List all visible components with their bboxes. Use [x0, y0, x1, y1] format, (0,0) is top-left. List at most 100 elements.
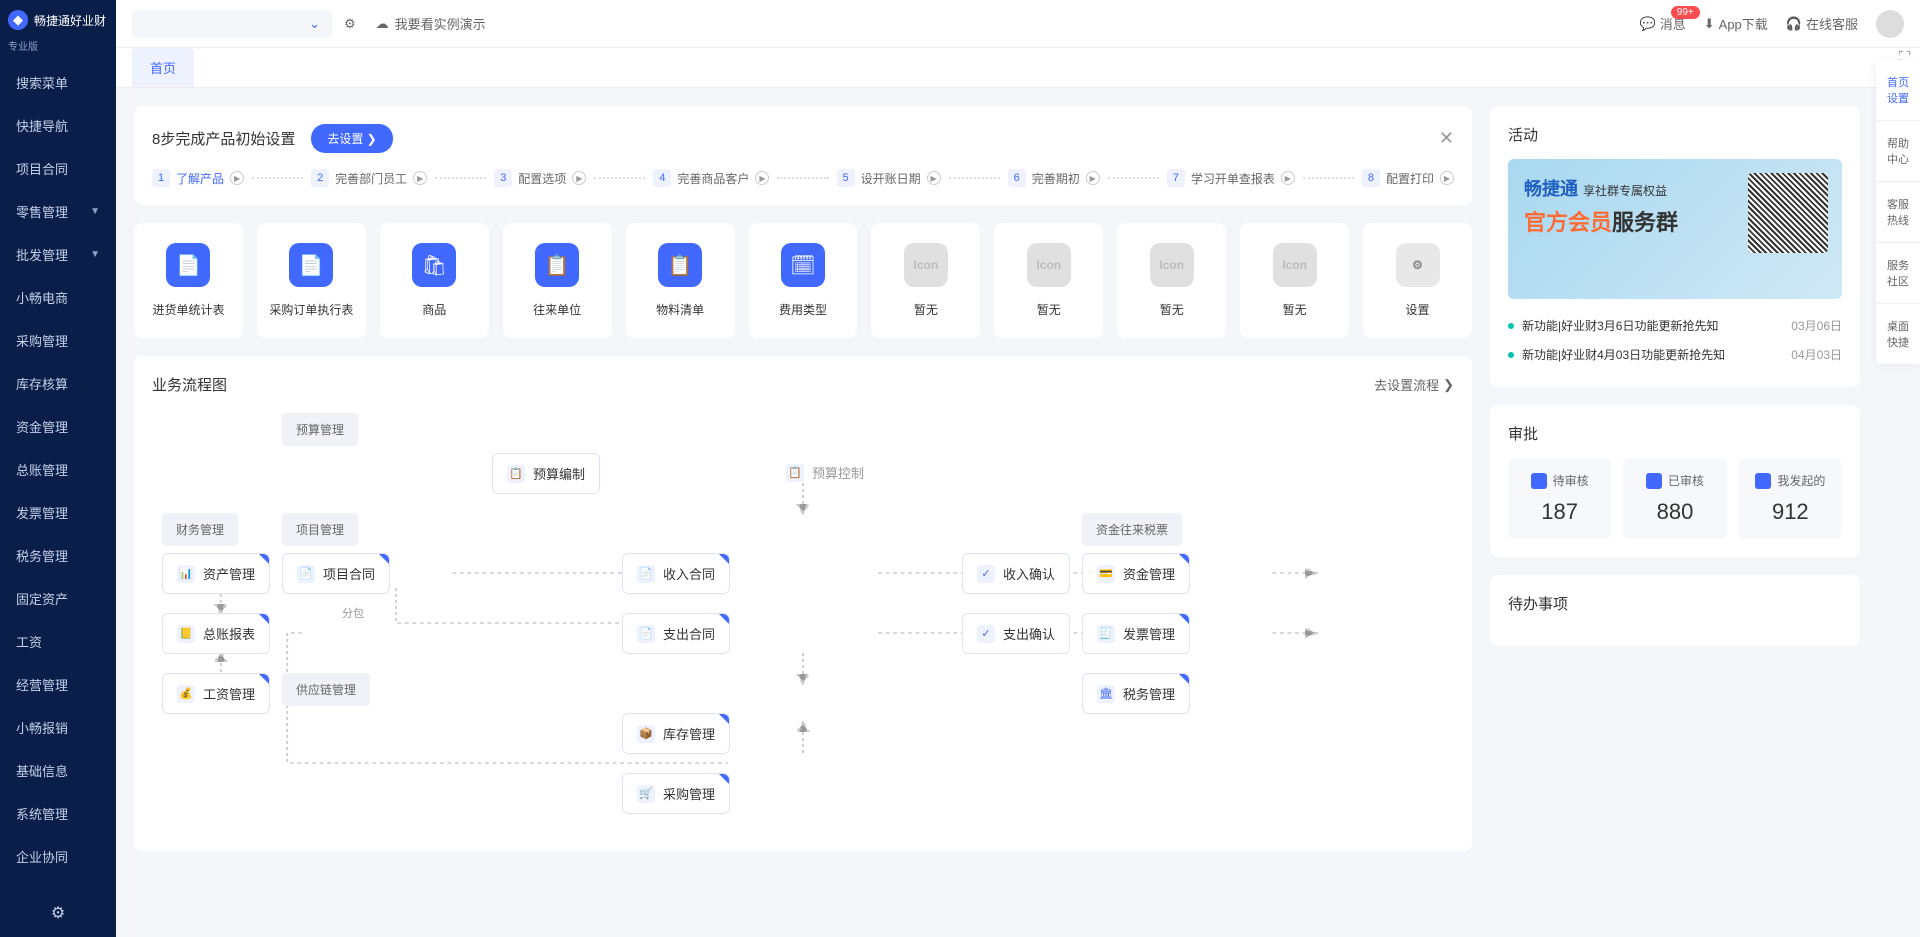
node-expense-contract[interactable]: 📄支出合同	[622, 613, 730, 654]
node-invoice-mgmt[interactable]: 🧾发票管理	[1082, 613, 1190, 654]
play-icon: ▶	[413, 171, 427, 185]
setup-step-4[interactable]: 4完善商品客户▶	[653, 169, 769, 187]
nav-item-8[interactable]: 资金管理	[0, 405, 116, 448]
clipboard-icon	[1755, 473, 1771, 489]
float-nav-2[interactable]: 客服热线	[1876, 182, 1920, 243]
node-asset-mgmt[interactable]: 📊资产管理	[162, 553, 270, 594]
setup-step-5[interactable]: 5设开账日期▶	[837, 169, 941, 187]
setup-step-7[interactable]: 7学习开单查报表▶	[1167, 169, 1295, 187]
node-project-contract[interactable]: 📄项目合同	[282, 553, 390, 594]
headset-icon: 🎧	[1786, 16, 1802, 32]
nav-item-4[interactable]: 批发管理▼	[0, 233, 116, 276]
quick-card-7[interactable]: Icon暂无	[994, 223, 1103, 338]
quick-card-9[interactable]: Icon暂无	[1240, 223, 1349, 338]
setup-step-8[interactable]: 8配置打印▶	[1362, 169, 1454, 187]
sidebar-settings-button[interactable]: ⚙	[0, 889, 116, 937]
doc-icon: 📄	[637, 565, 655, 583]
online-service-button[interactable]: 🎧 在线客服	[1786, 14, 1858, 33]
nav-item-16[interactable]: 基础信息	[0, 749, 116, 792]
setup-step-1[interactable]: 1了解产品▶	[152, 169, 244, 187]
node-tax-mgmt[interactable]: 🏛税务管理	[1082, 673, 1190, 714]
nav-item-11[interactable]: 税务管理	[0, 534, 116, 577]
node-budget-compile[interactable]: 📋 预算编制	[492, 453, 600, 494]
node-salary-mgmt[interactable]: 💰工资管理	[162, 673, 270, 714]
quick-access-row: 📄进货单统计表📄采购订单执行表🛍商品📋往来单位📋物料清单🗓费用类型Icon暂无I…	[134, 223, 1472, 338]
demo-link[interactable]: ☁ 我要看实例演示	[376, 14, 486, 33]
doc-icon: ✓	[977, 625, 995, 643]
setup-step-2[interactable]: 2完善部门员工▶	[311, 169, 427, 187]
play-icon: ▶	[1281, 171, 1295, 185]
main-area: ⌄ ⚙ ☁ 我要看实例演示 💬 消息 99+ ⬇ App下载 🎧	[116, 0, 1920, 937]
messages-button[interactable]: 💬 消息 99+	[1640, 14, 1686, 33]
approval-box-1[interactable]: 已审核880	[1623, 458, 1726, 539]
setup-step-6[interactable]: 6完善期初▶	[1008, 169, 1100, 187]
approval-box-0[interactable]: 待审核187	[1508, 458, 1611, 539]
float-nav-4[interactable]: 桌面快捷	[1876, 304, 1920, 365]
news-item-1[interactable]: 新功能|好业财4月03日功能更新抢先知04月03日	[1508, 340, 1842, 369]
nav-item-9[interactable]: 总账管理	[0, 448, 116, 491]
doc-icon: 📄	[297, 565, 315, 583]
doc-icon: 🛒	[637, 785, 655, 803]
quick-card-2[interactable]: 🛍商品	[380, 223, 489, 338]
float-nav-3[interactable]: 服务社区	[1876, 243, 1920, 304]
quick-card-10[interactable]: ⚙设置	[1363, 223, 1472, 338]
nav-item-7[interactable]: 库存核算	[0, 362, 116, 405]
todo-title: 待办事项	[1508, 593, 1842, 614]
float-nav-1[interactable]: 帮助中心	[1876, 121, 1920, 182]
doc-icon: 🧾	[1097, 625, 1115, 643]
quick-card-4[interactable]: 📋物料清单	[626, 223, 735, 338]
quick-card-3[interactable]: 📋往来单位	[503, 223, 612, 338]
doc-icon: ✓	[977, 565, 995, 583]
logo-text: 畅捷通好业财	[34, 12, 106, 29]
node-purchase-mgmt[interactable]: 🛒采购管理	[622, 773, 730, 814]
quick-card-5[interactable]: 🗓费用类型	[749, 223, 858, 338]
chevron-down-icon: ▼	[90, 249, 100, 260]
chevron-down-icon: ⌄	[309, 16, 320, 32]
doc-icon: 📄	[289, 243, 333, 287]
nav-item-0[interactable]: 搜索菜单	[0, 61, 116, 104]
node-inventory-mgmt[interactable]: 📦库存管理	[622, 713, 730, 754]
setup-button[interactable]: 去设置 ❯	[311, 124, 392, 153]
setup-card: 8步完成产品初始设置 去设置 ❯ ✕ 1了解产品▶2完善部门员工▶3配置选项▶4…	[134, 106, 1472, 205]
nav-item-18[interactable]: 企业协同	[0, 835, 116, 878]
nav-item-10[interactable]: 发票管理	[0, 491, 116, 534]
activity-card: 活动 畅捷通 享社群专属权益 官方会员服务群 新功能|好业财3月6日功能更新抢先…	[1490, 106, 1860, 387]
org-settings-icon[interactable]: ⚙	[344, 16, 356, 32]
nav-item-5[interactable]: 小畅电商	[0, 276, 116, 319]
quick-card-8[interactable]: Icon暂无	[1117, 223, 1226, 338]
tab-home[interactable]: 首页	[132, 48, 194, 87]
nav-item-14[interactable]: 经营管理	[0, 663, 116, 706]
nav-item-17[interactable]: 系统管理	[0, 792, 116, 835]
avatar[interactable]	[1876, 10, 1904, 38]
node-funds-mgmt[interactable]: 💳资金管理	[1082, 553, 1190, 594]
news-item-0[interactable]: 新功能|好业财3月6日功能更新抢先知03月06日	[1508, 311, 1842, 340]
nav-item-2[interactable]: 项目合同	[0, 147, 116, 190]
node-income-confirm[interactable]: ✓收入确认	[962, 553, 1070, 594]
setup-step-3[interactable]: 3配置选项▶	[494, 169, 586, 187]
nav-item-15[interactable]: 小畅报销	[0, 706, 116, 749]
flow-config-link[interactable]: 去设置流程 ❯	[1374, 375, 1454, 394]
nav-item-12[interactable]: 固定资产	[0, 577, 116, 620]
node-income-contract[interactable]: 📄收入合同	[622, 553, 730, 594]
nav-item-1[interactable]: 快捷导航	[0, 104, 116, 147]
app-download-button[interactable]: ⬇ App下载	[1704, 14, 1768, 33]
nav-item-6[interactable]: 采购管理	[0, 319, 116, 362]
section-supply: 供应链管理	[282, 673, 370, 706]
none-icon: Icon	[1273, 243, 1317, 287]
section-finance: 财务管理	[162, 513, 238, 546]
org-selector[interactable]: ⌄	[132, 10, 332, 38]
quick-card-0[interactable]: 📄进货单统计表	[134, 223, 243, 338]
quick-card-1[interactable]: 📄采购订单执行表	[257, 223, 366, 338]
node-expense-confirm[interactable]: ✓支出确认	[962, 613, 1070, 654]
node-budget-control[interactable]: 📋 预算控制	[772, 453, 878, 492]
promo-banner[interactable]: 畅捷通 享社群专属权益 官方会员服务群	[1508, 159, 1842, 299]
float-nav-0[interactable]: 首页设置	[1876, 60, 1920, 121]
flow-body: 预算管理 📋 预算编制 📋 预算控制 财务管理	[152, 413, 1454, 833]
nav-item-3[interactable]: 零售管理▼	[0, 190, 116, 233]
sidebar: ◆ 畅捷通好业财 专业版 搜索菜单快捷导航项目合同零售管理▼批发管理▼小畅电商采…	[0, 0, 116, 937]
approval-box-2[interactable]: 我发起的912	[1739, 458, 1842, 539]
close-icon[interactable]: ✕	[1439, 128, 1454, 149]
quick-card-6[interactable]: Icon暂无	[871, 223, 980, 338]
nav-item-13[interactable]: 工资	[0, 620, 116, 663]
node-ledger-report[interactable]: 📒总账报表	[162, 613, 270, 654]
